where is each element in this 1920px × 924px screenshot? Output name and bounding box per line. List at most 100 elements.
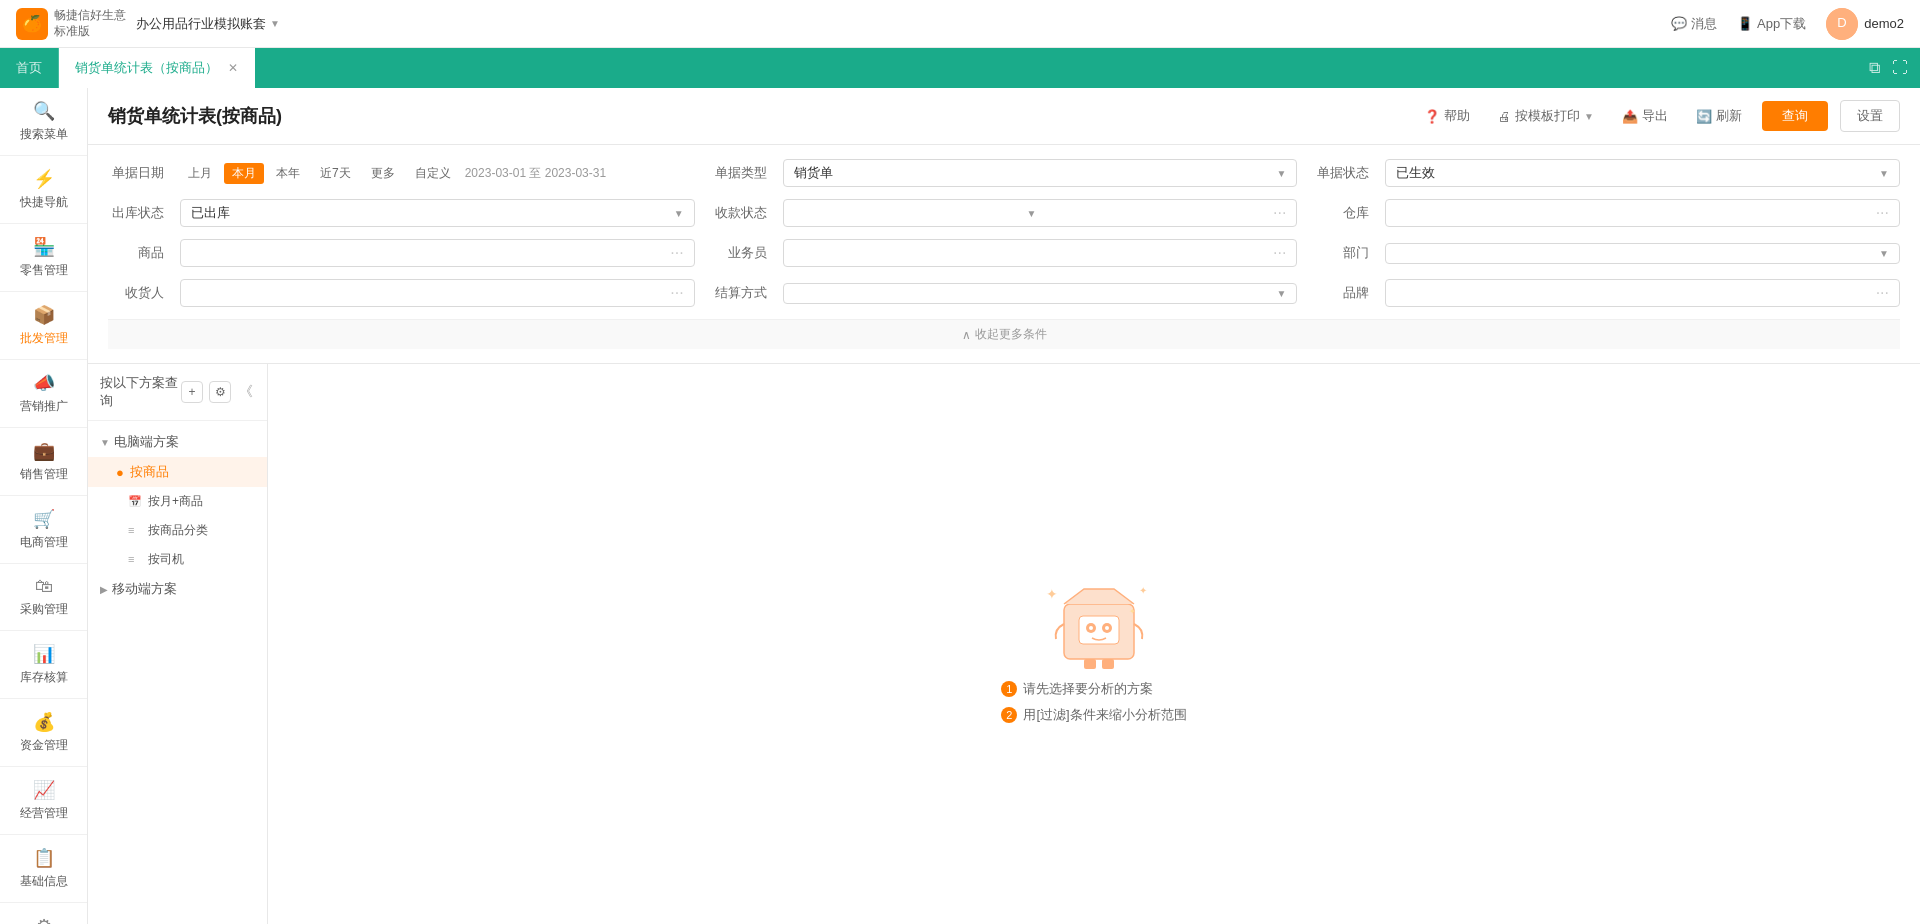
template-print-btn[interactable]: 🖨 按模板打印 ▼ xyxy=(1490,103,1602,129)
collapse-up-icon: ∧ xyxy=(962,328,971,342)
sidebar-item-basics[interactable]: 📋 基础信息 xyxy=(0,835,87,903)
docstatus-chevron-icon: ▼ xyxy=(1879,168,1889,179)
wholesale-icon: 📦 xyxy=(33,304,55,326)
receivestatus-label: 收款状态 xyxy=(711,204,767,222)
query-btn[interactable]: 查询 xyxy=(1762,101,1828,131)
outstatus-chevron-icon: ▼ xyxy=(674,208,684,219)
doctype-select[interactable]: 销货单 ▼ xyxy=(783,159,1298,187)
goods-select[interactable]: ··· xyxy=(180,239,695,267)
sidebar-item-purchase[interactable]: 🛍 采购管理 xyxy=(0,564,87,631)
goods-dots[interactable]: ··· xyxy=(670,244,683,262)
sidebar-item-system[interactable]: ⚙ 系统管理 xyxy=(0,903,87,924)
header-left: 🍊 畅捷信好生意 标准版 办公用品行业模拟账套 ▼ xyxy=(16,8,280,40)
sidebar-item-retail[interactable]: 🏪 零售管理 xyxy=(0,224,87,292)
tab-sales-stats[interactable]: 销货单统计表（按商品） ✕ xyxy=(59,48,255,88)
consignee-dots[interactable]: ··· xyxy=(670,284,683,302)
date-tab-more[interactable]: 更多 xyxy=(363,163,403,184)
tree-item-by-goods[interactable]: ● 按商品 xyxy=(88,457,267,487)
subitem-icon: 📅 xyxy=(128,495,142,509)
download-icon: 📱 xyxy=(1737,16,1753,31)
empty-text: 1 请先选择要分析的方案 2 用[过滤]条件来缩小分析范围 xyxy=(1001,680,1186,724)
brand-select[interactable]: ··· xyxy=(1385,279,1900,307)
tree-group-pc: ▼ 电脑端方案 ● 按商品 📅 按月+商品 ≡ xyxy=(88,427,267,574)
print-icon: 🖨 xyxy=(1498,109,1511,124)
scheme-settings-btn[interactable]: ⚙ xyxy=(209,381,231,403)
salesperson-dots[interactable]: ··· xyxy=(1273,244,1286,262)
page-header-top: 销货单统计表(按商品) ❓ 帮助 🖨 按模板打印 ▼ 📤 导出 xyxy=(108,100,1900,132)
date-tab-thisyear[interactable]: 本年 xyxy=(268,163,308,184)
tab-maximize-btn[interactable]: ⛶ xyxy=(1888,55,1912,81)
refresh-icon: 🔄 xyxy=(1696,109,1712,124)
warehouse-dots[interactable]: ··· xyxy=(1876,204,1889,222)
sidebar-item-finance[interactable]: 💰 资金管理 xyxy=(0,699,87,767)
main-body: 按以下方案查询 + ⚙ 《 ▼ 电脑端方案 xyxy=(88,364,1920,924)
workspace-selector[interactable]: 办公用品行业模拟账套 ▼ xyxy=(136,15,280,33)
receivestatus-select[interactable]: ▼ ··· xyxy=(783,199,1298,227)
empty-illustration: ✦ ✦ ✦ xyxy=(1034,564,1154,664)
user-profile[interactable]: D demo2 xyxy=(1826,8,1904,40)
salesperson-label: 业务员 xyxy=(711,244,767,262)
docstatus-label: 单据状态 xyxy=(1313,164,1369,182)
page-title: 销货单统计表(按商品) xyxy=(108,104,282,128)
sidebar-item-operations[interactable]: 📈 经营管理 xyxy=(0,767,87,835)
page-actions: ❓ 帮助 🖨 按模板打印 ▼ 📤 导出 🔄 刷新 xyxy=(1416,100,1900,132)
tree-group-mobile-header[interactable]: ▶ 移动端方案 xyxy=(88,574,267,604)
quicknav-icon: ⚡ xyxy=(33,168,55,190)
consignee-select[interactable]: ··· xyxy=(180,279,695,307)
brand-label: 品牌 xyxy=(1313,284,1369,302)
receivestatus-chevron-icon: ▼ xyxy=(1026,208,1036,219)
page-header: 销货单统计表(按商品) ❓ 帮助 🖨 按模板打印 ▼ 📤 导出 xyxy=(88,88,1920,145)
tree-group-pc-header[interactable]: ▼ 电脑端方案 xyxy=(88,427,267,457)
svg-rect-8 xyxy=(1084,659,1096,669)
date-tab-lastmonth[interactable]: 上月 xyxy=(180,163,220,184)
date-tab-custom[interactable]: 自定义 xyxy=(407,163,459,184)
brand-dots[interactable]: ··· xyxy=(1876,284,1889,302)
sidebar-item-search[interactable]: 🔍 搜索菜单 xyxy=(0,88,87,156)
payment-select[interactable]: ▼ xyxy=(783,283,1298,304)
tree-item-category[interactable]: ≡ 按商品分类 xyxy=(88,516,267,545)
date-tab-thismonth[interactable]: 本月 xyxy=(224,163,264,184)
sidebar-item-marketing[interactable]: 📣 营销推广 xyxy=(0,360,87,428)
dept-select[interactable]: ▼ xyxy=(1385,243,1900,264)
message-btn[interactable]: 💬 消息 xyxy=(1671,15,1717,33)
tree-item-month-goods[interactable]: 📅 按月+商品 xyxy=(88,487,267,516)
sidebar-item-sales[interactable]: 💼 销售管理 xyxy=(0,428,87,496)
app-download-btn[interactable]: 📱 App下载 xyxy=(1737,15,1806,33)
data-area: ✦ ✦ ✦ 1 请先选择要分析的方案 2 用[过滤]条件来缩小分析范围 xyxy=(268,364,1920,924)
tab-restore-btn[interactable]: ⧉ xyxy=(1865,55,1884,81)
tree-group-label: 电脑端方案 xyxy=(114,433,179,451)
sidebar-item-wholesale[interactable]: 📦 批发管理 xyxy=(0,292,87,360)
filter-row-4: 收货人 ··· 结算方式 ▼ 品牌 xyxy=(108,279,1900,307)
header-right: 💬 消息 📱 App下载 D demo2 xyxy=(1671,8,1904,40)
collapse-filter-btn[interactable]: ∧ 收起更多条件 xyxy=(108,319,1900,349)
settings-btn[interactable]: 设置 xyxy=(1840,100,1900,132)
doctype-chevron-icon: ▼ xyxy=(1276,168,1286,179)
refresh-btn[interactable]: 🔄 刷新 xyxy=(1688,103,1750,129)
operations-icon: 📈 xyxy=(33,779,55,801)
active-item-icon: ● xyxy=(116,465,124,480)
docstatus-select[interactable]: 已生效 ▼ xyxy=(1385,159,1900,187)
sidebar-item-quicknav[interactable]: ⚡ 快捷导航 xyxy=(0,156,87,224)
tab-close-btn[interactable]: ✕ xyxy=(228,61,238,75)
tree-item-driver[interactable]: ≡ 按司机 xyxy=(88,545,267,574)
outstatus-select[interactable]: 已出库 ▼ xyxy=(180,199,695,227)
outstatus-value: 已出库 xyxy=(191,204,230,222)
warehouse-select[interactable]: ··· xyxy=(1385,199,1900,227)
filter-row-3: 商品 ··· 业务员 ··· 部门 xyxy=(108,239,1900,267)
scheme-collapse-btn[interactable]: 《 xyxy=(237,381,255,403)
sales-icon: 💼 xyxy=(33,440,55,462)
date-tab-7days[interactable]: 近7天 xyxy=(312,163,359,184)
help-btn[interactable]: ❓ 帮助 xyxy=(1416,103,1478,129)
warehouse-label: 仓库 xyxy=(1313,204,1369,222)
export-btn[interactable]: 📤 导出 xyxy=(1614,103,1676,129)
sidebar-item-inventory[interactable]: 📊 库存核算 xyxy=(0,631,87,699)
content-area: 销货单统计表(按商品) ❓ 帮助 🖨 按模板打印 ▼ 📤 导出 xyxy=(88,88,1920,924)
receivestatus-dots[interactable]: ··· xyxy=(1273,204,1286,222)
date-filter-control: 上月 本月 本年 近7天 更多 自定义 2023-03-01 至 2023-03… xyxy=(180,163,695,184)
salesperson-select[interactable]: ··· xyxy=(783,239,1298,267)
sidebar-item-ecommerce[interactable]: 🛒 电商管理 xyxy=(0,496,87,564)
tab-home[interactable]: 首页 xyxy=(0,48,59,88)
scheme-add-btn[interactable]: + xyxy=(181,381,203,403)
search-icon: 🔍 xyxy=(33,100,55,122)
logo-area: 🍊 畅捷信好生意 标准版 xyxy=(16,8,126,40)
